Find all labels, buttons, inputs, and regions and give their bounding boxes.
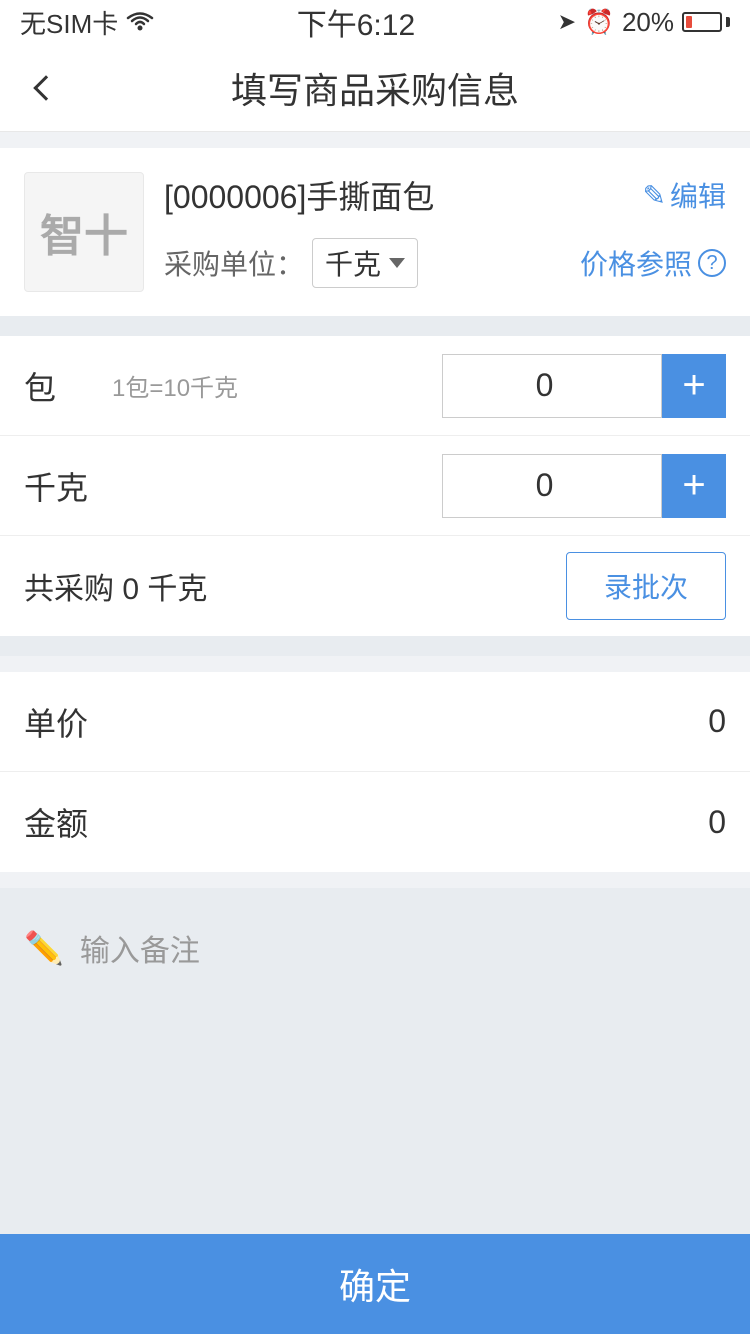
total-quantity: 0 <box>122 573 139 606</box>
batch-button-label: 录批次 <box>604 566 688 606</box>
product-details: [0000006]手撕面包 ✎ 编辑 采购单位： 千克 价格参照 ? <box>164 172 726 288</box>
amount-value: 0 <box>708 804 726 841</box>
product-full-name: [0000006]手撕面包 <box>164 172 434 218</box>
wifi-icon <box>126 7 154 38</box>
status-time: 下午6:12 <box>297 0 415 44</box>
status-right: ➤ ⏰ 20% <box>558 7 730 38</box>
bag-quantity-input[interactable] <box>442 354 662 418</box>
status-bar: 无SIM卡 下午6:12 ➤ ⏰ 20% <box>0 0 750 44</box>
edit-label: 编辑 <box>670 175 726 215</box>
unit-price-row: 单价 0 <box>0 672 750 772</box>
price-ref-button[interactable]: 价格参照 ? <box>580 243 726 283</box>
back-arrow-icon <box>33 75 58 100</box>
summary-row: 共采购 0 千克 录批次 <box>0 536 750 636</box>
bag-quantity-row: 包 1包=10千克 + <box>0 336 750 436</box>
product-name-row: [0000006]手撕面包 ✎ 编辑 <box>164 172 726 218</box>
divider-1 <box>0 316 750 336</box>
notes-placeholder: 输入备注 <box>80 926 200 970</box>
bag-conversion-label: 1包=10千克 <box>112 368 442 403</box>
location-icon: ➤ <box>558 9 576 35</box>
help-icon: ? <box>698 249 726 277</box>
bag-plus-button[interactable]: + <box>662 354 726 418</box>
notes-section[interactable]: ✏️ 输入备注 <box>0 888 750 1008</box>
status-left: 无SIM卡 <box>20 4 154 41</box>
confirm-bar[interactable]: 确定 <box>0 1234 750 1334</box>
kg-input-group: + <box>442 454 726 518</box>
divider-2 <box>0 636 750 656</box>
product-image: 智十 <box>24 172 144 292</box>
kg-quantity-row: 千克 + <box>0 436 750 536</box>
dropdown-arrow-icon <box>389 258 405 268</box>
unit-selector[interactable]: 千克 <box>312 238 418 288</box>
batch-button[interactable]: 录批次 <box>566 552 726 620</box>
summary-text: 共采购 0 千克 <box>24 564 207 608</box>
purchase-unit-label: 采购单位： <box>164 243 304 283</box>
alarm-icon: ⏰ <box>584 8 614 37</box>
unit-price-value: 0 <box>708 703 726 740</box>
nav-bar: 填写商品采购信息 <box>0 44 750 132</box>
bottom-spacer <box>0 1008 750 1268</box>
bag-input-group: + <box>442 354 726 418</box>
network-label: 无SIM卡 <box>20 4 118 41</box>
back-button[interactable] <box>24 66 68 110</box>
edit-button[interactable]: ✎ 编辑 <box>643 175 726 215</box>
price-section: 单价 0 金额 0 <box>0 672 750 872</box>
page-title: 填写商品采购信息 <box>231 62 519 114</box>
product-card: 智十 [0000006]手撕面包 ✎ 编辑 采购单位： 千克 价格参照 ? <box>0 148 750 316</box>
bag-unit-label: 包 <box>24 363 104 409</box>
battery-indicator <box>682 12 730 32</box>
battery-percent: 20% <box>622 7 674 38</box>
kg-plus-button[interactable]: + <box>662 454 726 518</box>
pencil-icon: ✏️ <box>24 929 64 967</box>
unit-price-label: 单价 <box>24 699 88 745</box>
price-ref-label: 价格参照 <box>580 243 692 283</box>
edit-icon: ✎ <box>643 179 666 212</box>
purchase-unit-row: 采购单位： 千克 价格参照 ? <box>164 238 726 288</box>
unit-value: 千克 <box>325 243 381 283</box>
kg-unit-label: 千克 <box>24 463 104 509</box>
kg-quantity-input[interactable] <box>442 454 662 518</box>
amount-row: 金额 0 <box>0 772 750 872</box>
amount-label: 金额 <box>24 799 88 845</box>
confirm-button-label: 确定 <box>339 1258 411 1310</box>
quantity-section: 包 1包=10千克 + 千克 + <box>0 336 750 536</box>
